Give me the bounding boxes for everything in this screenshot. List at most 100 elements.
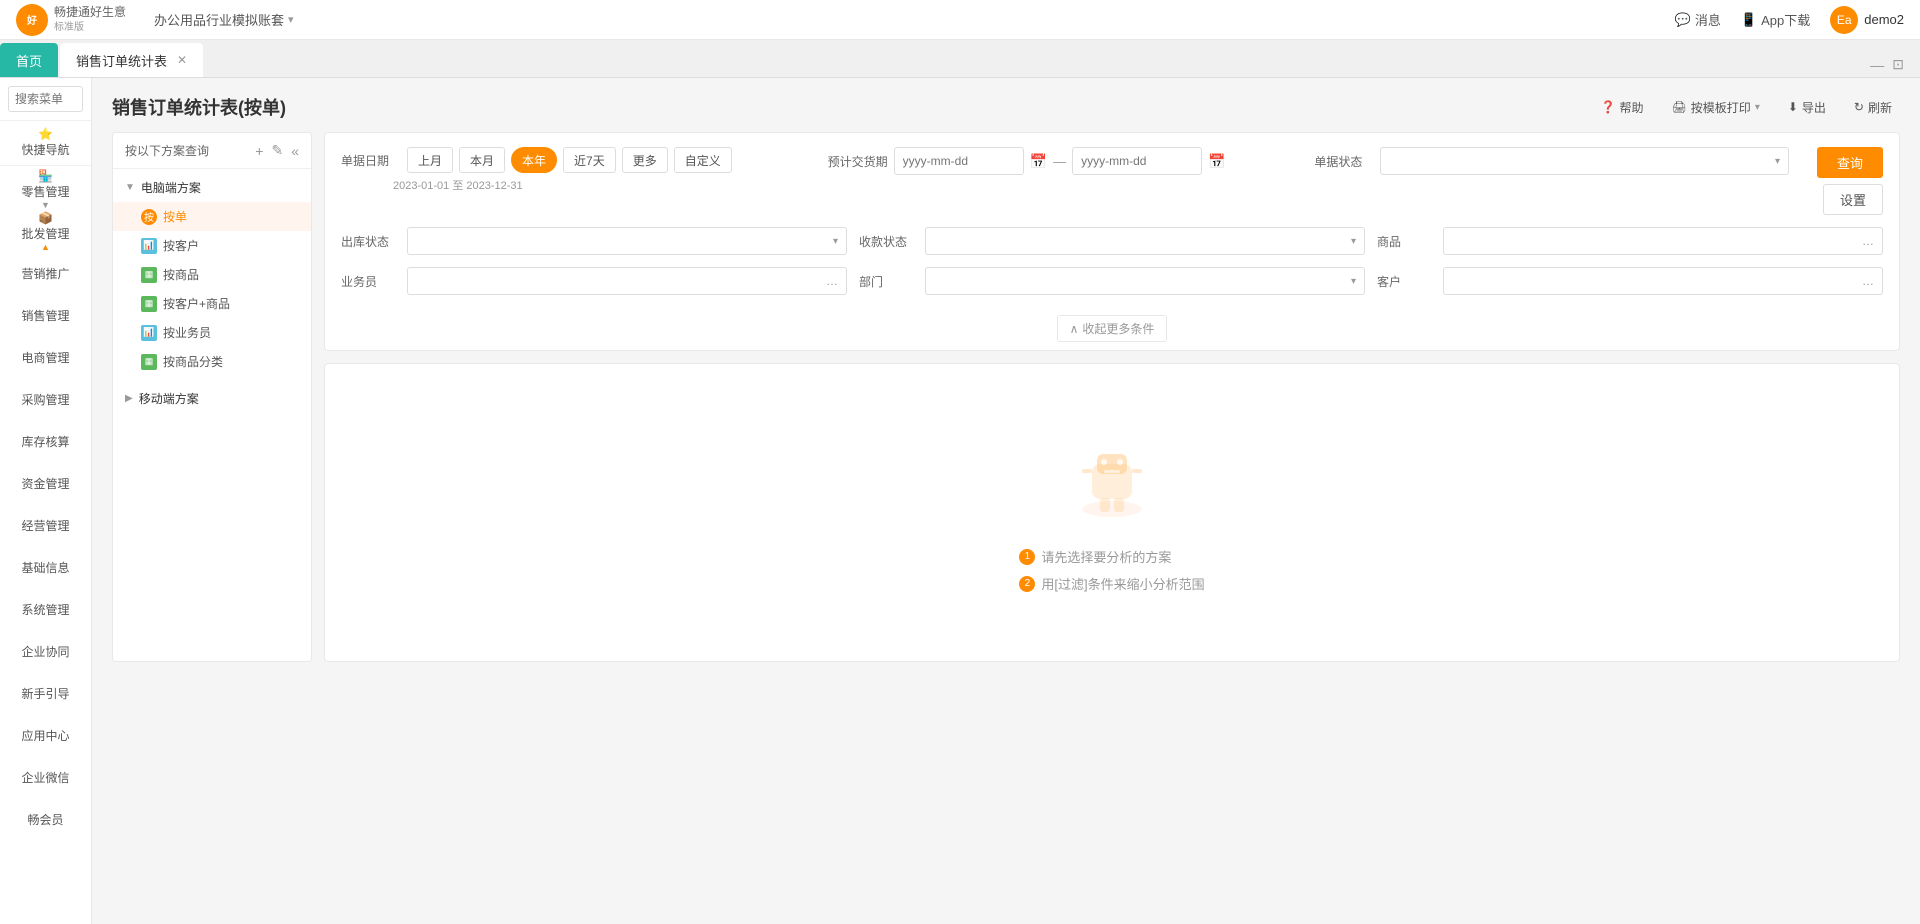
scheme-item-by-order-label: 按单 (163, 208, 187, 225)
svg-text:好: 好 (26, 14, 37, 27)
user-name: demo2 (1864, 12, 1904, 27)
filter-row-1: 单据日期 上月 本月 本年 近7天 更多 自定义 2023-01-01 至 20 (341, 147, 1883, 215)
scheme-item-by-product[interactable]: ▦ 按商品 (113, 260, 311, 289)
filter-col-status: 单据状态 ▾ (1314, 147, 1789, 175)
finance-label: 资金管理 (21, 475, 69, 492)
date-btn-cur-year[interactable]: 本年 (511, 147, 557, 173)
date-btn-more[interactable]: 更多 (622, 147, 668, 173)
sidebar-item-marketing[interactable]: 营销推广 (0, 252, 91, 294)
collapse-btn[interactable]: ∧ 收起更多条件 (1057, 315, 1168, 342)
product-select[interactable]: … (1443, 227, 1883, 255)
department-select[interactable]: ▾ (925, 267, 1365, 295)
scheme-group-mobile-header[interactable]: ▶ 移动端方案 (113, 384, 311, 413)
collapse-label: 收起更多条件 (1082, 320, 1154, 337)
date-range-display: 2023-01-01 至 2023-12-31 (393, 177, 523, 193)
print-arrow[interactable]: ▾ (1755, 102, 1760, 113)
export-icon: ⬇ (1788, 100, 1798, 114)
scheme-item-by-customer-product[interactable]: ▦ 按客户+商品 (113, 289, 311, 318)
scheme-item-by-customer[interactable]: 📊 按客户 (113, 231, 311, 260)
window-minimize-icon[interactable]: — (1870, 57, 1884, 73)
scheme-item-by-order[interactable]: 按 按单 (113, 202, 311, 231)
sidebar-item-zero-retail[interactable]: 🏪 零售管理 ▼ (0, 168, 91, 210)
tab-close-icon[interactable]: ✕ (177, 53, 187, 67)
out-status-select[interactable]: ▾ (407, 227, 847, 255)
date-filter-row: 单据日期 上月 本月 本年 近7天 更多 自定义 (341, 147, 816, 173)
system-label: 系统管理 (21, 601, 69, 618)
date-btn-cur-month[interactable]: 本月 (459, 147, 505, 173)
export-btn[interactable]: ⬇ 导出 (1780, 95, 1834, 120)
sidebar-item-stock[interactable]: 库存核算 (0, 420, 91, 462)
app-title-area[interactable]: 办公用品行业模拟账套 ▾ (154, 10, 294, 29)
scheme-group-mobile: ▶ 移动端方案 (113, 380, 311, 417)
template-print-btn[interactable]: 🖨 按模板打印 ▾ (1664, 95, 1768, 120)
customer-select[interactable]: … (1443, 267, 1883, 295)
sidebar-item-ecommerce[interactable]: 电商管理 (0, 336, 91, 378)
zero-retail-label: 零售管理 (21, 183, 69, 200)
user-info[interactable]: Ea demo2 (1830, 6, 1904, 34)
sidebar-item-enterprise[interactable]: 企业协同 (0, 630, 91, 672)
scheme-item-by-product-category[interactable]: ▦ 按商品分类 (113, 347, 311, 376)
empty-tip-2-text: 用[过滤]条件来缩小分析范围 (1041, 574, 1204, 593)
scheme-group-mobile-label: 移动端方案 (139, 390, 199, 407)
receipt-status-select[interactable]: ▾ (925, 227, 1365, 255)
refresh-icon: ↻ (1854, 100, 1864, 114)
sidebar-divider-1 (0, 165, 91, 166)
scheme-edit-icon[interactable]: ✎ (271, 142, 283, 159)
window-maximize-icon[interactable]: ⊡ (1892, 56, 1904, 73)
filter-col-delivery: 预计交货期 📅 — 📅 (828, 147, 1303, 175)
query-button[interactable]: 查询 (1817, 147, 1883, 178)
date-btn-last7[interactable]: 近7天 (563, 147, 616, 173)
sidebar-item-wholesale[interactable]: 📦 批发管理 ▲ (0, 210, 91, 252)
date-btn-custom[interactable]: 自定义 (674, 147, 732, 173)
salesperson-label: 业务员 (341, 273, 401, 290)
date-btn-prev-month[interactable]: 上月 (407, 147, 453, 173)
app-download-action[interactable]: 📱 App下载 (1741, 10, 1810, 29)
delivery-label: 预计交货期 (828, 153, 888, 170)
scheme-item-by-salesperson[interactable]: 📊 按业务员 (113, 318, 311, 347)
delivery-start-input[interactable] (894, 147, 1024, 175)
scheme-add-icon[interactable]: + (255, 143, 263, 159)
sidebar-item-enterprise-wechat[interactable]: 企业微信 (0, 756, 91, 798)
filter-col-date: 单据日期 上月 本月 本年 近7天 更多 自定义 2023-01-01 至 20 (341, 147, 816, 193)
sidebar-item-finance[interactable]: 资金管理 (0, 462, 91, 504)
delivery-end-input[interactable] (1072, 147, 1202, 175)
export-label: 导出 (1802, 99, 1826, 116)
sales-label: 销售管理 (21, 307, 69, 324)
scheme-collapse-icon[interactable]: « (291, 143, 299, 159)
sidebar-item-member[interactable]: 畅会员 (0, 798, 91, 840)
product-more-icon[interactable]: … (1862, 234, 1874, 248)
message-action[interactable]: 💬 消息 (1675, 10, 1721, 29)
sidebar-item-operation[interactable]: 经营管理 (0, 504, 91, 546)
sidebar-item-app-center[interactable]: 应用中心 (0, 714, 91, 756)
search-input[interactable] (8, 86, 83, 112)
tab-home[interactable]: 首页 (0, 43, 58, 77)
scheme-item-icon-by-customer: 📊 (141, 238, 157, 254)
receipt-status-arrow: ▾ (1351, 236, 1356, 247)
sidebar-item-system[interactable]: 系统管理 (0, 588, 91, 630)
sidebar-item-purchase[interactable]: 采购管理 (0, 378, 91, 420)
sidebar-item-newbie[interactable]: 新手引导 (0, 672, 91, 714)
single-status-select[interactable]: ▾ (1380, 147, 1789, 175)
logo-text: 畅捷通好生意 标准版 (54, 5, 126, 34)
tab-bar: 首页 销售订单统计表 ✕ — ⊡ (0, 40, 1920, 78)
calendar-end-icon[interactable]: 📅 (1208, 153, 1225, 170)
scheme-group-pc-header[interactable]: ▼ 电脑端方案 (113, 173, 311, 202)
tab-sales-order-stat[interactable]: 销售订单统计表 ✕ (60, 43, 203, 77)
salesperson-select[interactable]: … (407, 267, 847, 295)
app-title-arrow[interactable]: ▾ (288, 13, 294, 26)
salesperson-more-icon[interactable]: … (826, 274, 838, 288)
calendar-start-icon[interactable]: 📅 (1030, 153, 1047, 170)
refresh-btn[interactable]: ↻ 刷新 (1846, 95, 1900, 120)
logo-area[interactable]: 好 畅捷通好生意 标准版 (16, 4, 126, 36)
settings-button[interactable]: 设置 (1823, 184, 1883, 215)
help-btn[interactable]: ❓ 帮助 (1593, 95, 1652, 120)
sidebar-item-basic[interactable]: 基础信息 (0, 546, 91, 588)
wholesale-icon: 📦 (38, 211, 53, 225)
customer-more-icon[interactable]: … (1862, 274, 1874, 288)
wholesale-label: 批发管理 (21, 225, 69, 242)
sidebar-item-nav[interactable]: ⭐ 快捷导航 (0, 121, 91, 163)
scheme-item-icon-by-cat: ▦ (141, 354, 157, 370)
sidebar-item-sales[interactable]: 销售管理 (0, 294, 91, 336)
newbie-label: 新手引导 (21, 685, 69, 702)
filter-col-outstatus: 出库状态 ▾ (341, 227, 847, 255)
